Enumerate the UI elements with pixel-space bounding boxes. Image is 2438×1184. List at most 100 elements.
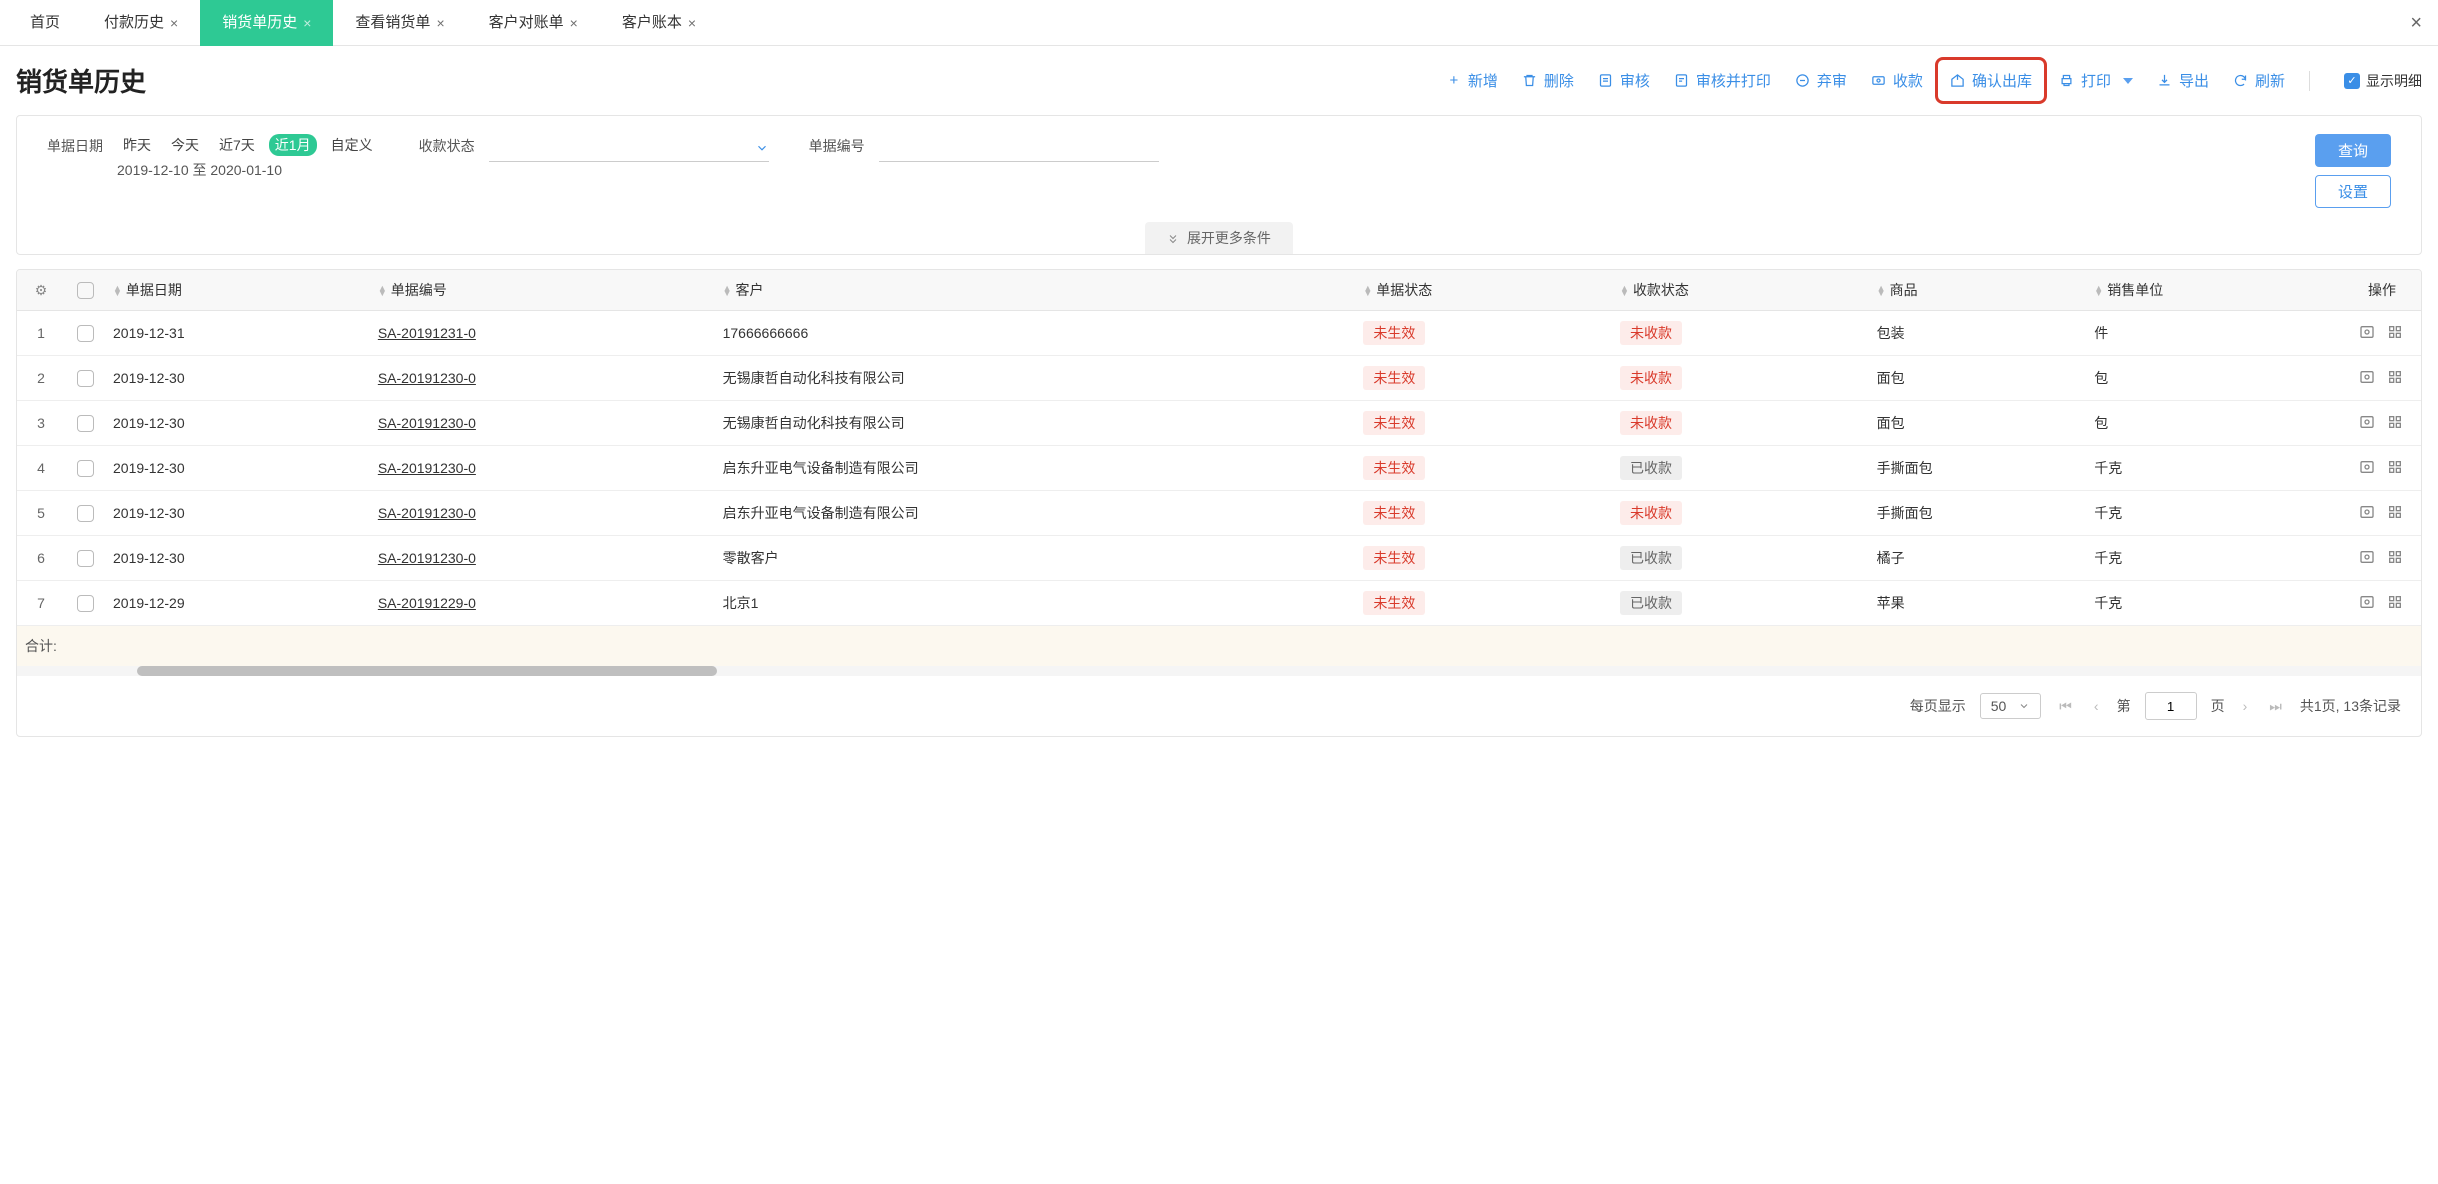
tab-home[interactable]: 首页 (8, 0, 82, 46)
cell-bill-no[interactable]: SA-20191229-0 (370, 581, 715, 626)
view-icon[interactable] (2359, 459, 2377, 477)
col-customer[interactable]: ▲▼客户 (715, 270, 1356, 311)
sort-icon: ▲▼ (2094, 286, 2103, 296)
row-checkbox-cell[interactable] (65, 536, 105, 581)
close-icon[interactable]: × (688, 0, 696, 46)
more-icon[interactable] (2387, 594, 2405, 612)
table-row: 3 2019-12-30 SA-20191230-0 无锡康哲自动化科技有限公司… (17, 401, 2421, 446)
more-icon[interactable] (2387, 459, 2405, 477)
unaudit-button[interactable]: 弃审 (1795, 70, 1847, 91)
view-icon[interactable] (2359, 504, 2377, 522)
scrollbar-thumb[interactable] (137, 666, 717, 676)
query-button[interactable]: 查询 (2315, 134, 2391, 167)
col-bill-status[interactable]: ▲▼单据状态 (1355, 270, 1612, 311)
label: 弃审 (1817, 70, 1847, 91)
show-detail-checkbox[interactable]: ✓显示明细 (2344, 71, 2422, 91)
row-checkbox-cell[interactable] (65, 401, 105, 446)
cell-bill-no[interactable]: SA-20191231-0 (370, 311, 715, 356)
view-icon[interactable] (2359, 594, 2377, 612)
tab-payment-history[interactable]: 付款历史× (82, 0, 200, 46)
audit-print-button[interactable]: 审核并打印 (1674, 70, 1771, 91)
view-icon[interactable] (2359, 549, 2377, 567)
preset-last-month[interactable]: 近1月 (269, 134, 317, 156)
more-icon[interactable] (2387, 414, 2405, 432)
row-checkbox-cell[interactable] (65, 311, 105, 356)
more-icon[interactable] (2387, 324, 2405, 342)
expand-conditions-button[interactable]: 展开更多条件 (1145, 222, 1293, 254)
view-icon[interactable] (2359, 324, 2377, 342)
cell-bill-no[interactable]: SA-20191230-0 (370, 401, 715, 446)
col-receipt-status[interactable]: ▲▼收款状态 (1612, 270, 1869, 311)
more-icon[interactable] (2387, 504, 2405, 522)
receipt-button[interactable]: 收款 (1871, 70, 1923, 91)
view-icon[interactable] (2359, 414, 2377, 432)
close-icon[interactable]: × (570, 0, 578, 46)
per-page-select[interactable]: 50 (1980, 693, 2042, 719)
confirm-outbound-button[interactable]: 确认出库 (1935, 57, 2047, 104)
bill-no-input[interactable] (879, 134, 1159, 162)
tab-view-sales[interactable]: 查看销货单× (333, 0, 466, 46)
page-title: 销货单历史 (16, 62, 146, 99)
cell-bill-no[interactable]: SA-20191230-0 (370, 536, 715, 581)
label: 单据日期 (126, 282, 182, 298)
cell-bill-no[interactable]: SA-20191230-0 (370, 491, 715, 536)
cell-unit: 千克 (2086, 581, 2343, 626)
close-icon[interactable]: × (303, 0, 311, 46)
prev-page-button[interactable]: ‹ (2090, 698, 2103, 714)
more-icon[interactable] (2387, 369, 2405, 387)
data-table-wrap: ⚙ ▲▼单据日期 ▲▼单据编号 ▲▼客户 ▲▼单据状态 ▲▼收款状态 ▲▼商品 … (16, 269, 2422, 737)
horizontal-scrollbar[interactable] (17, 666, 2421, 676)
cell-bill-status: 未生效 (1355, 536, 1612, 581)
close-icon[interactable]: × (170, 0, 178, 46)
preset-custom[interactable]: 自定义 (325, 134, 379, 156)
tab-customer-ledger[interactable]: 客户账本× (600, 0, 718, 46)
filter-panel: 单据日期 昨天 今天 近7天 近1月 自定义 2019-12-10 至 2020… (16, 115, 2422, 255)
tab-sales-history[interactable]: 销货单历史× (200, 0, 333, 46)
col-bill-no[interactable]: ▲▼单据编号 (370, 270, 715, 311)
label: 审核并打印 (1696, 70, 1771, 91)
preset-today[interactable]: 今天 (165, 134, 205, 156)
gear-header[interactable]: ⚙ (17, 270, 65, 311)
date-filter-group: 单据日期 昨天 今天 近7天 近1月 自定义 2019-12-10 至 2020… (47, 134, 379, 180)
close-icon[interactable]: × (436, 0, 444, 46)
bill-no-filter: 单据编号 (809, 134, 1159, 162)
col-unit[interactable]: ▲▼销售单位 (2086, 270, 2343, 311)
col-ops: 操作 (2343, 270, 2421, 311)
select-all-header[interactable] (65, 270, 105, 311)
audit-button[interactable]: 审核 (1598, 70, 1650, 91)
row-index: 6 (17, 536, 65, 581)
first-page-button[interactable]: ⏮ (2055, 698, 2076, 715)
next-page-button[interactable]: › (2239, 698, 2252, 714)
col-product[interactable]: ▲▼商品 (1869, 270, 2087, 311)
delete-button[interactable]: 删除 (1522, 70, 1574, 91)
cell-date: 2019-12-29 (105, 581, 370, 626)
preset-last7[interactable]: 近7天 (213, 134, 261, 156)
more-icon[interactable] (2387, 549, 2405, 567)
receipt-icon (1871, 73, 1887, 89)
total-row: 合计: (17, 626, 2421, 667)
checkbox-icon (77, 282, 94, 299)
refresh-button[interactable]: 刷新 (2233, 70, 2285, 91)
global-close-icon[interactable]: × (2410, 12, 2422, 35)
row-checkbox-cell[interactable] (65, 491, 105, 536)
col-date[interactable]: ▲▼单据日期 (105, 270, 370, 311)
cell-bill-no[interactable]: SA-20191230-0 (370, 356, 715, 401)
settings-button[interactable]: 设置 (2315, 175, 2391, 208)
label: 审核 (1620, 70, 1650, 91)
page-input[interactable] (2145, 692, 2197, 720)
print-button[interactable]: 打印 (2059, 70, 2133, 91)
cell-bill-no[interactable]: SA-20191230-0 (370, 446, 715, 491)
preset-yesterday[interactable]: 昨天 (117, 134, 157, 156)
cell-receipt-status: 已收款 (1612, 446, 1869, 491)
row-checkbox-cell[interactable] (65, 446, 105, 491)
row-checkbox-cell[interactable] (65, 581, 105, 626)
view-icon[interactable] (2359, 369, 2377, 387)
export-button[interactable]: 导出 (2157, 70, 2209, 91)
row-checkbox-cell[interactable] (65, 356, 105, 401)
tab-customer-statement[interactable]: 客户对账单× (467, 0, 600, 46)
cell-customer: 启东升亚电气设备制造有限公司 (715, 491, 1356, 536)
row-index: 3 (17, 401, 65, 446)
add-button[interactable]: +新增 (1446, 70, 1498, 91)
last-page-button[interactable]: ⏭ (2265, 698, 2286, 715)
receipt-status-select[interactable] (489, 134, 769, 162)
